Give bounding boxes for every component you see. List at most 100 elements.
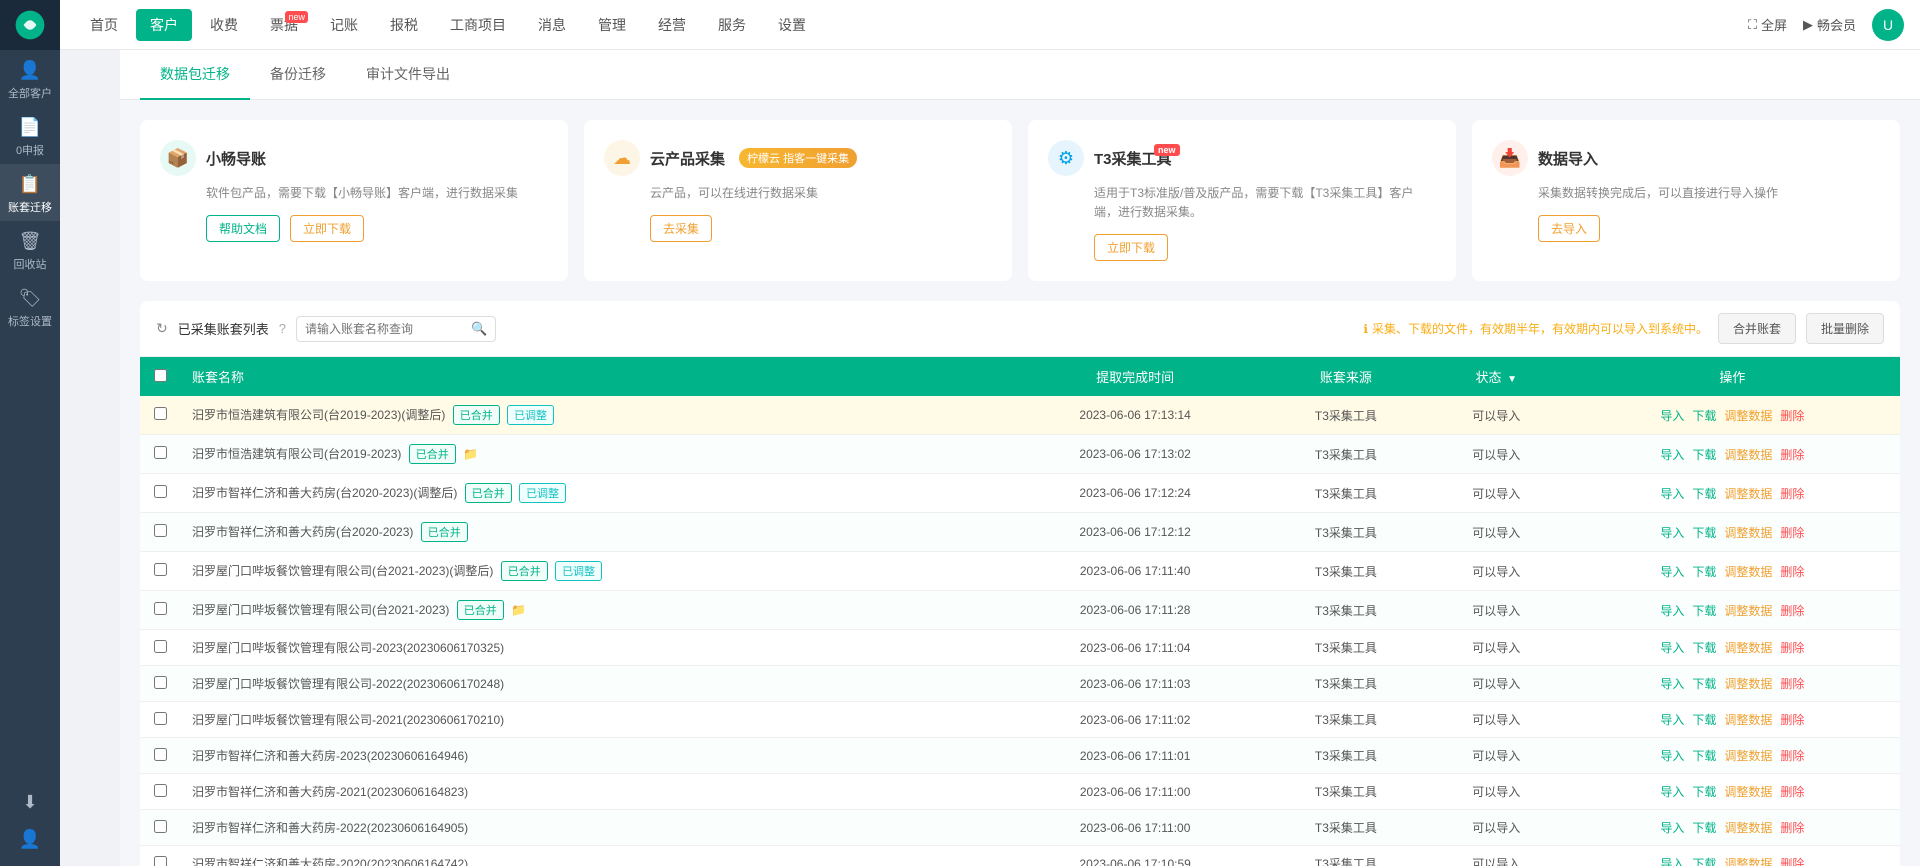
action-导入[interactable]: 导入 [1660,857,1684,866]
nav-fees[interactable]: 收费 [196,9,252,41]
row-checkbox-13[interactable] [154,856,167,866]
action-下载[interactable]: 下载 [1692,641,1716,655]
action-删除[interactable]: 删除 [1780,526,1804,540]
row-checkbox-5[interactable] [154,563,167,576]
merge-accounts-btn[interactable]: 合并账套 [1718,313,1796,344]
sidebar-item-download[interactable]: ⬇ [0,782,60,819]
row-checkbox-11[interactable] [154,784,167,797]
action-导入[interactable]: 导入 [1660,604,1684,618]
action-导入[interactable]: 导入 [1660,526,1684,540]
action-删除[interactable]: 删除 [1780,409,1804,423]
member-button[interactable]: ▶ 畅会员 [1803,15,1856,34]
action-下载[interactable]: 下载 [1692,857,1716,866]
search-input[interactable] [305,322,465,336]
action-下载[interactable]: 下载 [1692,749,1716,763]
action-下载[interactable]: 下载 [1692,526,1716,540]
action-下载[interactable]: 下载 [1692,409,1716,423]
action-删除[interactable]: 删除 [1780,785,1804,799]
action-删除[interactable]: 删除 [1780,857,1804,866]
action-删除[interactable]: 删除 [1780,448,1804,462]
xiaochang-help-btn[interactable]: 帮助文档 [206,215,280,242]
tab-backup-migrate[interactable]: 备份迁移 [250,50,346,100]
action-下载[interactable]: 下载 [1692,821,1716,835]
sidebar-item-account-settings[interactable]: 👤 [0,819,60,856]
action-删除[interactable]: 删除 [1780,641,1804,655]
action-删除[interactable]: 删除 [1780,713,1804,727]
action-下载[interactable]: 下载 [1692,785,1716,799]
action-删除[interactable]: 删除 [1780,677,1804,691]
row-checkbox-3[interactable] [154,485,167,498]
action-调整数据[interactable]: 调整数据 [1724,448,1772,462]
action-调整数据[interactable]: 调整数据 [1724,487,1772,501]
t3-download-btn[interactable]: 立即下载 [1094,234,1168,261]
action-删除[interactable]: 删除 [1780,749,1804,763]
nav-bookkeeping[interactable]: 记账 [316,9,372,41]
nav-business[interactable]: 工商项目 [436,9,520,41]
row-checkbox-2[interactable] [154,446,167,459]
action-导入[interactable]: 导入 [1660,409,1684,423]
xiaochang-download-btn[interactable]: 立即下载 [290,215,364,242]
action-删除[interactable]: 删除 [1780,487,1804,501]
action-导入[interactable]: 导入 [1660,785,1684,799]
refresh-icon[interactable]: ↻ [156,320,168,337]
action-删除[interactable]: 删除 [1780,565,1804,579]
nav-settings[interactable]: 设置 [764,9,820,41]
action-调整数据[interactable]: 调整数据 [1724,677,1772,691]
action-删除[interactable]: 删除 [1780,821,1804,835]
row-checkbox-9[interactable] [154,712,167,725]
sidebar-item-recycle[interactable]: 🗑 回收站 [0,221,60,278]
action-导入[interactable]: 导入 [1660,641,1684,655]
row-checkbox-6[interactable] [154,602,167,615]
sidebar-item-account-migrate[interactable]: 📋 账套迁移 [0,164,60,221]
row-checkbox-8[interactable] [154,676,167,689]
select-all-checkbox[interactable] [154,369,167,382]
help-icon[interactable]: ? [279,321,286,336]
dataimport-btn[interactable]: 去导入 [1538,215,1600,242]
nav-management[interactable]: 管理 [584,9,640,41]
sidebar-logo[interactable] [0,0,60,50]
action-调整数据[interactable]: 调整数据 [1724,641,1772,655]
batch-delete-btn[interactable]: 批量删除 [1806,313,1884,344]
action-导入[interactable]: 导入 [1660,749,1684,763]
action-调整数据[interactable]: 调整数据 [1724,409,1772,423]
action-导入[interactable]: 导入 [1660,487,1684,501]
row-checkbox-10[interactable] [154,748,167,761]
user-avatar[interactable]: U [1872,9,1904,41]
nav-home[interactable]: 首页 [76,9,132,41]
action-导入[interactable]: 导入 [1660,677,1684,691]
action-下载[interactable]: 下载 [1692,604,1716,618]
action-导入[interactable]: 导入 [1660,713,1684,727]
sidebar-item-tag-settings[interactable]: 🏷 标签设置 [0,278,60,335]
action-下载[interactable]: 下载 [1692,487,1716,501]
row-checkbox-1[interactable] [154,407,167,420]
action-导入[interactable]: 导入 [1660,565,1684,579]
action-下载[interactable]: 下载 [1692,713,1716,727]
action-导入[interactable]: 导入 [1660,448,1684,462]
sidebar-item-report[interactable]: 📄 0申报 [0,107,60,164]
cloud-collect-btn[interactable]: 去采集 [650,215,712,242]
tab-audit-export[interactable]: 审计文件导出 [346,50,470,100]
action-下载[interactable]: 下载 [1692,565,1716,579]
action-调整数据[interactable]: 调整数据 [1724,785,1772,799]
action-下载[interactable]: 下载 [1692,677,1716,691]
row-checkbox-12[interactable] [154,820,167,833]
fullscreen-button[interactable]: ⛶ 全屏 [1748,15,1787,34]
action-调整数据[interactable]: 调整数据 [1724,604,1772,618]
row-checkbox-7[interactable] [154,640,167,653]
action-调整数据[interactable]: 调整数据 [1724,821,1772,835]
action-下载[interactable]: 下载 [1692,448,1716,462]
nav-clients[interactable]: 客户 [136,9,192,41]
sidebar-item-all-clients[interactable]: 👤 全部客户 [0,50,60,107]
action-调整数据[interactable]: 调整数据 [1724,526,1772,540]
action-调整数据[interactable]: 调整数据 [1724,565,1772,579]
action-调整数据[interactable]: 调整数据 [1724,857,1772,866]
nav-invoices[interactable]: 票据 new [256,9,312,41]
action-删除[interactable]: 删除 [1780,604,1804,618]
nav-services[interactable]: 服务 [704,9,760,41]
action-调整数据[interactable]: 调整数据 [1724,713,1772,727]
action-调整数据[interactable]: 调整数据 [1724,749,1772,763]
tab-data-migrate[interactable]: 数据包迁移 [140,50,250,100]
action-导入[interactable]: 导入 [1660,821,1684,835]
search-icon[interactable]: 🔍 [471,321,487,337]
th-status[interactable]: 状态 ▼ [1428,357,1565,396]
